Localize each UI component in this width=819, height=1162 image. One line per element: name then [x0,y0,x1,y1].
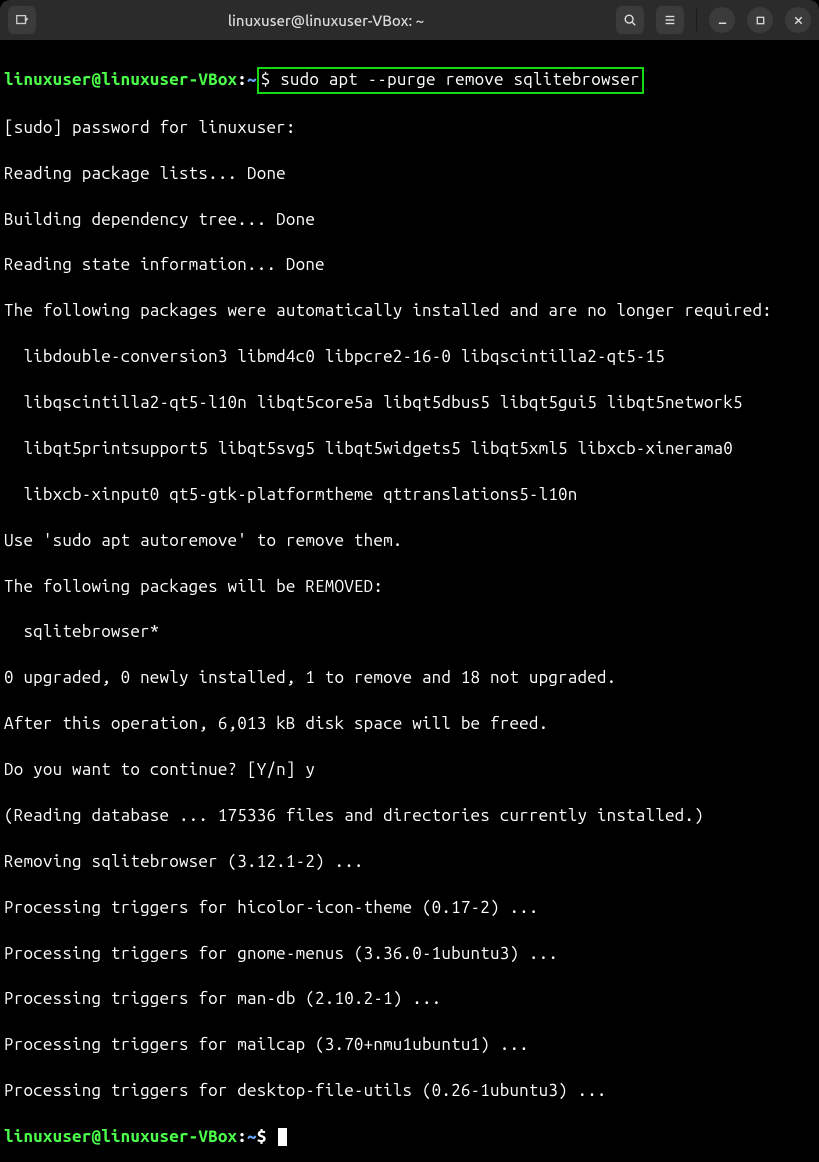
output-line: Removing sqlitebrowser (3.12.1-2) ... [4,851,815,874]
minimize-button[interactable] [709,7,735,33]
cursor [278,1128,287,1146]
output-line: libqt5printsupport5 libqt5svg5 libqt5wid… [4,438,815,461]
output-line: libdouble-conversion3 libmd4c0 libpcre2-… [4,346,815,369]
output-line: Processing triggers for desktop-file-uti… [4,1080,815,1103]
output-line: After this operation, 6,013 kB disk spac… [4,713,815,736]
output-line: Building dependency tree... Done [4,209,815,232]
output-line: Reading state information... Done [4,254,815,277]
output-line: 0 upgraded, 0 newly installed, 1 to remo… [4,667,815,690]
output-line: Processing triggers for gnome-menus (3.3… [4,943,815,966]
prompt-line-1: linuxuser@linuxuser-VBox:~$ sudo apt --p… [4,67,815,94]
minimize-icon [717,15,728,26]
prompt-symbol: $ [257,1127,267,1146]
output-line: [sudo] password for linuxuser: [4,117,815,140]
titlebar-left [8,6,36,34]
search-icon [623,13,637,27]
search-button[interactable] [616,6,644,34]
titlebar: linuxuser@linuxuser-VBox: ~ [0,0,819,40]
prompt-cwd: ~ [247,1127,257,1146]
prompt-userhost: linuxuser@linuxuser-VBox [4,1127,237,1146]
output-line: Do you want to continue? [Y/n] y [4,759,815,782]
window-title: linuxuser@linuxuser-VBox: ~ [44,12,608,29]
new-tab-button[interactable] [8,6,36,34]
output-line: Reading package lists... Done [4,163,815,186]
output-line: Use 'sudo apt autoremove' to remove them… [4,530,815,553]
prompt-sep: : [237,70,247,89]
prompt-cwd: ~ [247,70,257,89]
hamburger-icon [663,13,677,27]
output-line: The following packages will be REMOVED: [4,576,815,599]
prompt-sep: : [237,1127,247,1146]
output-line: Processing triggers for man-db (2.10.2-1… [4,988,815,1011]
maximize-icon [755,15,766,26]
output-line: Processing triggers for hicolor-icon-the… [4,897,815,920]
terminal-area[interactable]: linuxuser@linuxuser-VBox:~$ sudo apt --p… [0,40,819,1162]
titlebar-separator [696,9,697,31]
titlebar-right [616,6,811,34]
output-line: The following packages were automaticall… [4,300,815,323]
output-line: sqlitebrowser* [4,621,815,644]
close-button[interactable] [785,7,811,33]
output-line: libqscintilla2-qt5-l10n libqt5core5a lib… [4,392,815,415]
output-line: libxcb-xinput0 qt5-gtk-platformtheme qtt… [4,484,815,507]
prompt-userhost: linuxuser@linuxuser-VBox [4,70,237,89]
close-icon [793,15,804,26]
new-tab-icon [15,13,29,27]
command-highlight: $ sudo apt --purge remove sqlitebrowser [257,67,644,94]
output-line: (Reading database ... 175336 files and d… [4,805,815,828]
maximize-button[interactable] [747,7,773,33]
menu-button[interactable] [656,6,684,34]
output-line: Processing triggers for mailcap (3.70+nm… [4,1034,815,1057]
prompt-line-2: linuxuser@linuxuser-VBox:~$ [4,1126,815,1149]
